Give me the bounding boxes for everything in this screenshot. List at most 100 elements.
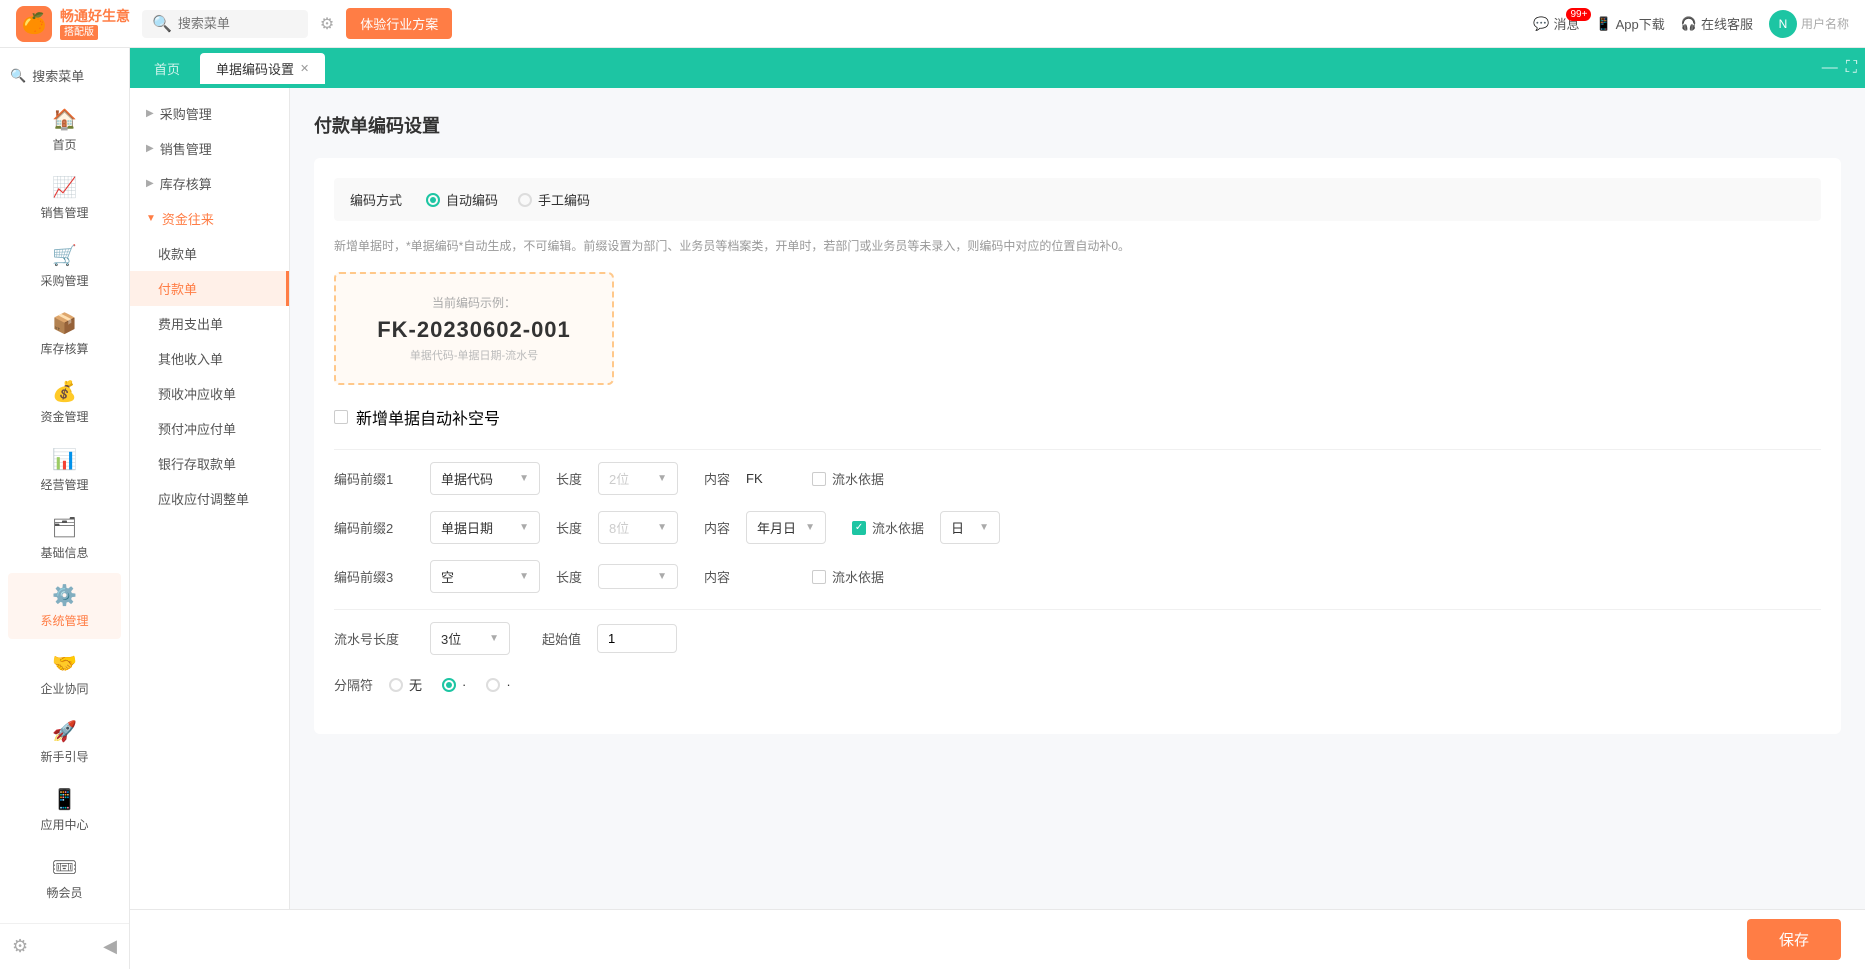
chevron-down-icon: ▼ [519, 473, 529, 484]
sidebar-item-vip[interactable]: 🎟 畅会员 [8, 845, 121, 911]
search-input[interactable] [178, 16, 298, 31]
top-bar-right: 💬 消息 99+ 📱 App下载 🎧 在线客服 N 用户名称 [1533, 10, 1849, 38]
sidebar-item-finance[interactable]: 💰 资金管理 [8, 369, 121, 435]
menu-item-expense[interactable]: 费用支出单 [130, 306, 289, 341]
menu-item-other-income[interactable]: 其他收入单 [130, 341, 289, 376]
stream2-checkbox[interactable]: ✓ [852, 521, 866, 535]
menu-group-sales-label: 销售管理 [160, 139, 212, 158]
menu-item-advance-payment[interactable]: 预付冲应付单 [130, 411, 289, 446]
search-icon: 🔍 [10, 68, 26, 84]
sep-dot-circle [442, 678, 456, 692]
tab-code-settings[interactable]: 单据编码设置 ✕ [200, 53, 325, 84]
tab-minimize-icon[interactable]: — [1822, 59, 1838, 77]
stream3-checkbox[interactable] [812, 570, 826, 584]
auto-fill-row: 新增单据自动补空号 [334, 405, 1821, 429]
sep-none[interactable]: 无 [389, 675, 422, 694]
menu-item-bank[interactable]: 银行存取款单 [130, 446, 289, 481]
menu-group-purchase-header[interactable]: ▶ 采购管理 [130, 96, 289, 131]
separator-row: 分隔符 无 · · [334, 675, 1821, 694]
stream1-wrap: 流水依据 [812, 469, 884, 488]
menu-group-purchase: ▶ 采购管理 [130, 96, 289, 131]
menu-group-funds-header[interactable]: ▼ 资金往来 [130, 201, 289, 236]
user-avatar[interactable]: N 用户名称 [1769, 10, 1849, 38]
search-wrap[interactable]: 🔍 [142, 10, 308, 38]
arrow-icon: ▶ [146, 143, 154, 154]
online-service-button[interactable]: 🎧 在线客服 [1681, 14, 1753, 33]
menu-item-adjust[interactable]: 应收应付调整单 [130, 481, 289, 516]
home-icon: 🏠 [52, 107, 77, 132]
prefix3-select[interactable]: 空 ▼ [430, 560, 540, 593]
sidebar-label-newbie: 新手引导 [40, 748, 88, 765]
save-button[interactable]: 保存 [1747, 919, 1841, 960]
sidebar-item-inventory[interactable]: 📦 库存核算 [8, 301, 121, 367]
sidebar-item-enterprise[interactable]: 🤝 企业协同 [8, 641, 121, 707]
menu-group-inventory: ▶ 库存核算 [130, 166, 289, 201]
message-button[interactable]: 💬 消息 99+ [1533, 14, 1579, 33]
app-name: 畅通好生意 [60, 7, 130, 25]
length3-select[interactable]: ▼ [598, 564, 678, 589]
sidebar-label-sales: 销售管理 [40, 204, 88, 221]
chevron-down-icon: ▼ [519, 522, 529, 533]
sep-dot-label: · [462, 677, 466, 692]
arrow-icon: ▶ [146, 108, 154, 119]
menu-group-sales-header[interactable]: ▶ 销售管理 [130, 131, 289, 166]
sidebar-item-app[interactable]: 📱 应用中心 [8, 777, 121, 843]
length2-select[interactable]: 8位 ▼ [598, 511, 678, 544]
radio-manual-circle [518, 193, 532, 207]
settings-bottom-icon[interactable]: ⚙ [12, 936, 28, 957]
sidebar-bottom: ⚙ ◀ [0, 923, 129, 969]
sidebar-label-purchase: 采购管理 [40, 272, 88, 289]
menu-item-receipt[interactable]: 收款单 [130, 236, 289, 271]
sep-none-label: 无 [409, 675, 422, 694]
sidebar-item-purchase[interactable]: 🛒 采购管理 [8, 233, 121, 299]
divider2 [334, 609, 1821, 610]
app-download-button[interactable]: 📱 App下载 [1595, 14, 1664, 33]
industry-plan-button[interactable]: 体验行业方案 [346, 8, 452, 39]
radio-manual-code[interactable]: 手工编码 [518, 190, 590, 209]
menu-group-funds-label: 资金往来 [162, 209, 214, 228]
sidebar-item-operation[interactable]: 📊 经营管理 [8, 437, 121, 503]
sidebar-item-sales[interactable]: 📈 销售管理 [8, 165, 121, 231]
tab-maximize-icon[interactable]: ⛶ [1846, 59, 1857, 77]
length3-label: 长度 [556, 567, 582, 586]
prefix2-value: 单据日期 [441, 518, 493, 537]
prefix1-select[interactable]: 单据代码 ▼ [430, 462, 540, 495]
search-nav-label: 搜索菜单 [32, 66, 84, 85]
prefix2-label: 编码前缀2 [334, 518, 414, 537]
tab-close-icon[interactable]: ✕ [300, 62, 309, 75]
auto-fill-checkbox[interactable] [334, 410, 348, 424]
menu-item-advance-receipt[interactable]: 预收冲应收单 [130, 376, 289, 411]
menu-item-payment[interactable]: 付款单 [130, 271, 289, 306]
tab-bar: 首页 单据编码设置 ✕ — ⛶ [130, 48, 1865, 88]
start-value-input[interactable] [597, 624, 677, 653]
chevron-down-icon: ▼ [979, 522, 989, 533]
menu-group-inventory-header[interactable]: ▶ 库存核算 [130, 166, 289, 201]
sidebar-item-home[interactable]: 🏠 首页 [8, 97, 121, 163]
radio-auto-code[interactable]: 自动编码 [426, 190, 498, 209]
prefix3-label: 编码前缀3 [334, 567, 414, 586]
stream1-checkbox[interactable] [812, 472, 826, 486]
serial-length-select[interactable]: 3位 ▼ [430, 622, 510, 655]
serial-row: 流水号长度 3位 ▼ 起始值 [334, 622, 1821, 655]
sep-dash[interactable]: · [486, 677, 510, 692]
sidebar-item-newbie[interactable]: 🚀 新手引导 [8, 709, 121, 775]
sidebar-item-basic[interactable]: 🗂 基础信息 [8, 505, 121, 571]
length1-select[interactable]: 2位 ▼ [598, 462, 678, 495]
prefix2-select[interactable]: 单据日期 ▼ [430, 511, 540, 544]
stream-period-select[interactable]: 日 ▼ [940, 511, 1000, 544]
logo-area: 🍊 畅通好生意 搭配版 [16, 6, 130, 42]
length2-label: 长度 [556, 518, 582, 537]
sep-dot[interactable]: · [442, 677, 466, 692]
gear-icon[interactable]: ⚙ [320, 14, 334, 34]
message-badge: 99+ [1566, 8, 1591, 21]
separator-radio-group: 无 · · [389, 675, 511, 694]
start-value-label: 起始值 [542, 629, 581, 648]
stream3-wrap: 流水依据 [812, 567, 884, 586]
content-area: ▶ 采购管理 ▶ 销售管理 ▶ 库存核算 [130, 88, 1865, 909]
content2-select[interactable]: 年月日 ▼ [746, 511, 826, 544]
app-download-label: App下载 [1616, 14, 1665, 33]
tab-home[interactable]: 首页 [138, 53, 196, 84]
sidebar-item-system[interactable]: ⚙️ 系统管理 [8, 573, 121, 639]
collapse-icon[interactable]: ◀ [103, 936, 117, 957]
sidebar-search[interactable]: 🔍 搜索菜单 [0, 56, 129, 95]
